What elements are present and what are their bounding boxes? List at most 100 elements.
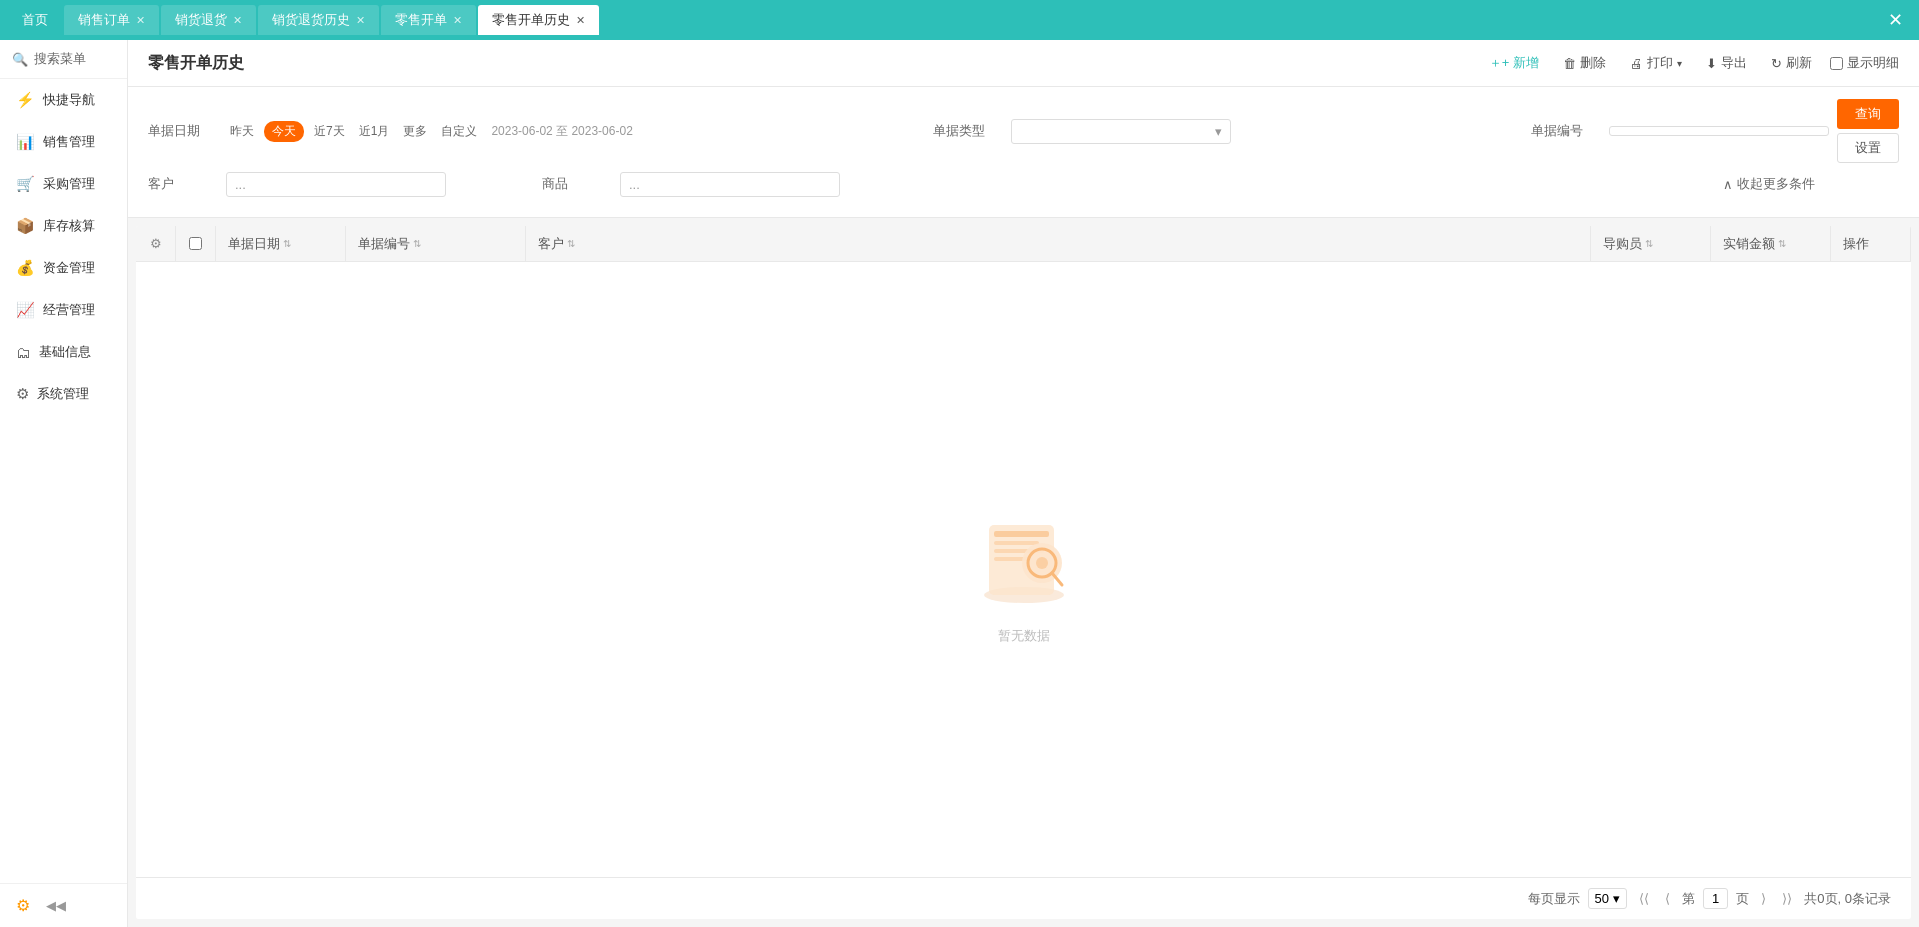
tab-sales-return-close[interactable]: ✕: [233, 14, 242, 27]
delete-button[interactable]: 🗑 删除: [1557, 50, 1612, 76]
sidebar-item-basic-info[interactable]: 🗂 基础信息: [0, 331, 127, 373]
th-date-label: 单据日期: [228, 235, 280, 253]
pagination: 每页显示 50 ▾ ⟨⟨ ⟨ 第 1 页 ⟩ ⟩⟩ 共0页, 0条记录: [136, 877, 1911, 919]
sort-amount-icon: ⇅: [1778, 238, 1786, 249]
type-filter-label: 单据类型: [933, 122, 1003, 140]
svg-point-9: [1036, 557, 1048, 569]
export-icon: ⬇: [1706, 56, 1717, 71]
system-icon: ⚙: [16, 385, 29, 403]
date-shortcuts: 昨天 今天 近7天 近1月 更多 自定义 2023-06-02 至 2023-0…: [226, 121, 633, 142]
sidebar-item-purchase-mgmt[interactable]: 🛒 采购管理: [0, 163, 127, 205]
sort-guide-icon: ⇅: [1645, 238, 1653, 249]
tab-home[interactable]: 首页: [8, 5, 62, 35]
sidebar-item-sales-label: 销售管理: [43, 133, 95, 151]
display-detail-label: 显示明细: [1847, 54, 1899, 72]
th-guide[interactable]: 导购员 ⇅: [1591, 226, 1711, 262]
sidebar-bottom: ⚙ ◀◀: [0, 883, 127, 927]
last-page-btn[interactable]: ⟩⟩: [1778, 889, 1796, 908]
next-page-btn[interactable]: ⟩: [1757, 889, 1770, 908]
tab-sales-return-history-close[interactable]: ✕: [356, 14, 365, 27]
display-detail-checkbox[interactable]: 显示明细: [1830, 54, 1899, 72]
settings-icon: ⚙: [150, 236, 162, 251]
delete-icon: 🗑: [1563, 56, 1576, 71]
sidebar-item-purchase-label: 采购管理: [43, 175, 95, 193]
shortcut-1month[interactable]: 近1月: [355, 121, 394, 142]
sidebar-collapse-icon[interactable]: ◀◀: [46, 898, 66, 913]
quick-nav-icon: ⚡: [16, 91, 35, 109]
tab-retail-open[interactable]: 零售开单 ✕: [381, 5, 476, 35]
shortcut-today[interactable]: 今天: [264, 121, 304, 142]
customer-filter-input[interactable]: ...: [226, 172, 446, 197]
settings-gear-icon[interactable]: ⚙: [16, 896, 30, 915]
print-button[interactable]: 🖨 打印 ▾: [1624, 50, 1688, 76]
print-icon: 🖨: [1630, 56, 1643, 71]
page-input[interactable]: 1: [1703, 888, 1728, 909]
tab-sales-order-close[interactable]: ✕: [136, 14, 145, 27]
sidebar-item-inventory[interactable]: 📦 库存核算: [0, 205, 127, 247]
shortcut-more[interactable]: 更多: [399, 121, 431, 142]
prev-page-btn[interactable]: ⟨: [1661, 889, 1674, 908]
tab-sales-order[interactable]: 销售订单 ✕: [64, 5, 159, 35]
th-guide-label: 导购员: [1603, 235, 1642, 253]
sidebar-item-quick-nav-label: 快捷导航: [43, 91, 95, 109]
filter-actions: 查询 设置: [1837, 99, 1899, 163]
sort-date-icon: ⇅: [283, 238, 291, 249]
sidebar-item-system[interactable]: ⚙ 系统管理: [0, 373, 127, 415]
th-settings[interactable]: ⚙: [136, 226, 176, 262]
th-date[interactable]: 单据日期 ⇅: [216, 226, 346, 262]
refresh-button[interactable]: ↻ 刷新: [1765, 50, 1818, 76]
display-detail-input[interactable]: [1830, 57, 1843, 70]
tab-sales-return-history[interactable]: 销货退货历史 ✕: [258, 5, 379, 35]
date-filter-label: 单据日期: [148, 122, 218, 140]
query-button[interactable]: 查询: [1837, 99, 1899, 129]
goods-filter-label: 商品: [542, 175, 612, 193]
tab-home-label: 首页: [22, 11, 48, 29]
tab-retail-history-close[interactable]: ✕: [576, 14, 585, 27]
sidebar-item-operations[interactable]: 📈 经营管理: [0, 289, 127, 331]
window-close-button[interactable]: ✕: [1880, 9, 1911, 31]
sidebar-search-label: 搜索菜单: [34, 50, 86, 68]
tab-sales-order-label: 销售订单: [78, 11, 130, 29]
table-body: 暂无数据: [136, 262, 1911, 877]
collapse-conditions-btn[interactable]: ∧ 收起更多条件: [1719, 171, 1819, 197]
sidebar-item-finance[interactable]: 💰 资金管理: [0, 247, 127, 289]
number-filter-input[interactable]: [1609, 126, 1829, 136]
th-customer[interactable]: 客户 ⇅: [526, 226, 1591, 262]
shortcut-yesterday[interactable]: 昨天: [226, 121, 258, 142]
tab-sales-return[interactable]: 销货退货 ✕: [161, 5, 256, 35]
refresh-label: 刷新: [1786, 54, 1812, 72]
sidebar-item-operations-label: 经营管理: [43, 301, 95, 319]
search-icon: 🔍: [12, 52, 28, 67]
per-page-value: 50: [1595, 891, 1609, 906]
tab-retail-open-label: 零售开单: [395, 11, 447, 29]
sidebar-search[interactable]: 🔍 搜索菜单: [0, 40, 127, 79]
main-layout: 🔍 搜索菜单 ⚡ 快捷导航 📊 销售管理 🛒 采购管理 📦 库存核算 💰 资金管…: [0, 40, 1919, 927]
shortcut-7days[interactable]: 近7天: [310, 121, 349, 142]
tab-retail-open-close[interactable]: ✕: [453, 14, 462, 27]
sidebar-item-sales-mgmt[interactable]: 📊 销售管理: [0, 121, 127, 163]
shortcut-custom[interactable]: 自定义: [437, 121, 481, 142]
export-button[interactable]: ⬇ 导出: [1700, 50, 1753, 76]
table-header: ⚙ 单据日期 ⇅ 单据编号 ⇅ 客户 ⇅ 导购员: [136, 226, 1911, 262]
collapse-label: 收起更多条件: [1737, 175, 1815, 193]
page-title: 零售开单历史: [148, 53, 244, 74]
tab-sales-return-label: 销货退货: [175, 11, 227, 29]
filter-row-1: 单据日期 昨天 今天 近7天 近1月 更多 自定义 2023-06-02 至 2…: [148, 99, 1899, 163]
th-number[interactable]: 单据编号 ⇅: [346, 226, 526, 262]
select-all-checkbox[interactable]: [189, 237, 202, 250]
content-area: 零售开单历史 ＋ + 新增 🗑 删除 🖨 打印 ▾ ⬇ 导出: [128, 40, 1919, 927]
th-amount[interactable]: 实销金额 ⇅: [1711, 226, 1831, 262]
per-page-select[interactable]: 50 ▾: [1588, 888, 1627, 909]
first-page-btn[interactable]: ⟨⟨: [1635, 889, 1653, 908]
empty-text: 暂无数据: [998, 627, 1050, 645]
th-checkbox[interactable]: [176, 226, 216, 262]
th-number-label: 单据编号: [358, 235, 410, 253]
goods-filter-input[interactable]: ...: [620, 172, 840, 197]
tab-retail-history[interactable]: 零售开单历史 ✕: [478, 5, 599, 35]
add-button[interactable]: ＋ + 新增: [1483, 50, 1545, 76]
type-filter-select[interactable]: ▾: [1011, 119, 1231, 144]
setting-button[interactable]: 设置: [1837, 133, 1899, 163]
sidebar-item-quick-nav[interactable]: ⚡ 快捷导航: [0, 79, 127, 121]
sidebar: 🔍 搜索菜单 ⚡ 快捷导航 📊 销售管理 🛒 采购管理 📦 库存核算 💰 资金管…: [0, 40, 128, 927]
empty-state: 暂无数据: [964, 495, 1084, 645]
